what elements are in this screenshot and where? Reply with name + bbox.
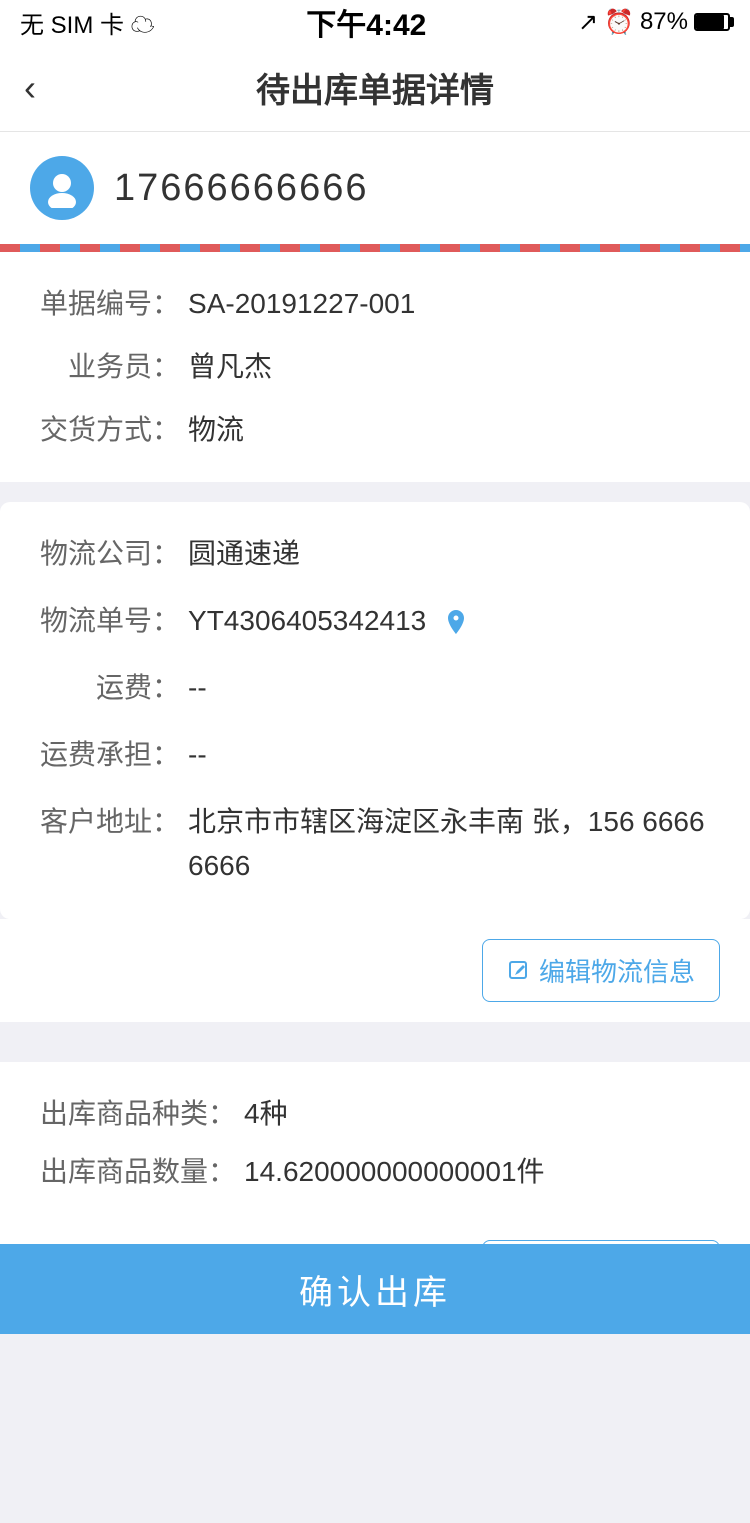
goods-quantity-value: 14.620000000000001件 <box>244 1150 545 1190</box>
goods-quantity-label: 出库商品数量： <box>40 1150 236 1190</box>
goods-type-row: 出库商品种类： 4种 <box>40 1092 710 1132</box>
page-title: 待出库单据详情 <box>256 63 494 112</box>
customer-phone: 17666666666 <box>114 167 368 210</box>
edit-logistics-button[interactable]: 编辑物流信息 <box>482 939 720 1002</box>
goods-quantity-row: 出库商品数量： 14.620000000000001件 <box>40 1150 710 1190</box>
avatar <box>30 156 94 220</box>
freight-value: -- <box>188 666 710 711</box>
customer-header: 17666666666 <box>0 132 750 244</box>
freight-bear-value: -- <box>188 733 710 778</box>
salesman-row: 业务员： 曾凡杰 <box>40 345 710 390</box>
back-button[interactable]: ‹ <box>24 67 36 109</box>
freight-label: 运费： <box>40 666 180 711</box>
freight-bear-row: 运费承担： -- <box>40 733 710 778</box>
edit-logistics-label: 编辑物流信息 <box>539 952 695 989</box>
delivery-row: 交货方式： 物流 <box>40 408 710 453</box>
status-left: 无 SIM 卡 ☁ <box>20 5 155 40</box>
freight-bear-label: 运费承担： <box>40 733 180 778</box>
battery-label: 87% <box>640 8 688 36</box>
logistics-tracking-value: YT43064053424​13 <box>188 599 710 644</box>
delivery-label: 交货方式： <box>40 408 180 453</box>
salesman-label: 业务员： <box>40 345 180 390</box>
order-info-section: 单据编号： SA-20191227-001 业务员： 曾凡杰 交货方式： 物流 <box>0 252 750 482</box>
status-time: 下午4:42 <box>306 0 426 44</box>
bottom-spacer <box>0 1323 750 1523</box>
spacer-1 <box>0 482 750 502</box>
status-right: ↗ ⏰ 87% <box>578 8 730 37</box>
logistics-tracking-label: 物流单号： <box>40 599 180 644</box>
location-icon: ↗ <box>578 8 598 37</box>
logistics-company-value: 圆通速递 <box>188 532 710 577</box>
edit-btn-row: 编辑物流信息 <box>0 919 750 1022</box>
goods-section: 出库商品种类： 4种 出库商品数量： 14.620000000000001件 <box>0 1062 750 1220</box>
order-number-value: SA-20191227-001 <box>188 282 710 327</box>
logistics-tracking-row: 物流单号： YT43064053424​13 <box>40 599 710 644</box>
alarm-icon: ⏰ <box>604 8 634 37</box>
address-value: 北京市市辖区海淀区永丰南 张，156 6666 6666 <box>188 800 710 890</box>
address-row: 客户地址： 北京市市辖区海淀区永丰南 张，156 6666 6666 <box>40 800 710 890</box>
map-pin-icon[interactable] <box>438 604 474 640</box>
goods-type-label: 出库商品种类： <box>40 1092 236 1132</box>
logistics-company-label: 物流公司： <box>40 532 180 577</box>
nav-bar: ‹ 待出库单据详情 <box>0 44 750 132</box>
order-number-row: 单据编号： SA-20191227-001 <box>40 282 710 327</box>
spacer-2 <box>0 1022 750 1042</box>
address-label: 客户地址： <box>40 800 180 845</box>
logistics-card: 物流公司： 圆通速递 物流单号： YT43064053424​13 运费： --… <box>0 502 750 919</box>
delivery-value: 物流 <box>188 408 710 453</box>
order-number-label: 单据编号： <box>40 282 180 327</box>
edit-icon <box>507 959 531 983</box>
goods-type-value: 4种 <box>244 1092 288 1132</box>
dashed-divider <box>0 244 750 252</box>
confirm-out-label: 确认出库 <box>299 1265 451 1314</box>
status-bar: 无 SIM 卡 ☁ 下午4:42 ↗ ⏰ 87% <box>0 0 750 44</box>
confirm-out-button[interactable]: 确认出库 <box>0 1244 750 1334</box>
freight-row: 运费： -- <box>40 666 710 711</box>
user-icon <box>42 168 82 208</box>
battery-icon <box>694 13 730 31</box>
salesman-value: 曾凡杰 <box>188 345 710 390</box>
logistics-company-row: 物流公司： 圆通速递 <box>40 532 710 577</box>
sim-label: 无 SIM 卡 ☁ <box>20 5 155 40</box>
